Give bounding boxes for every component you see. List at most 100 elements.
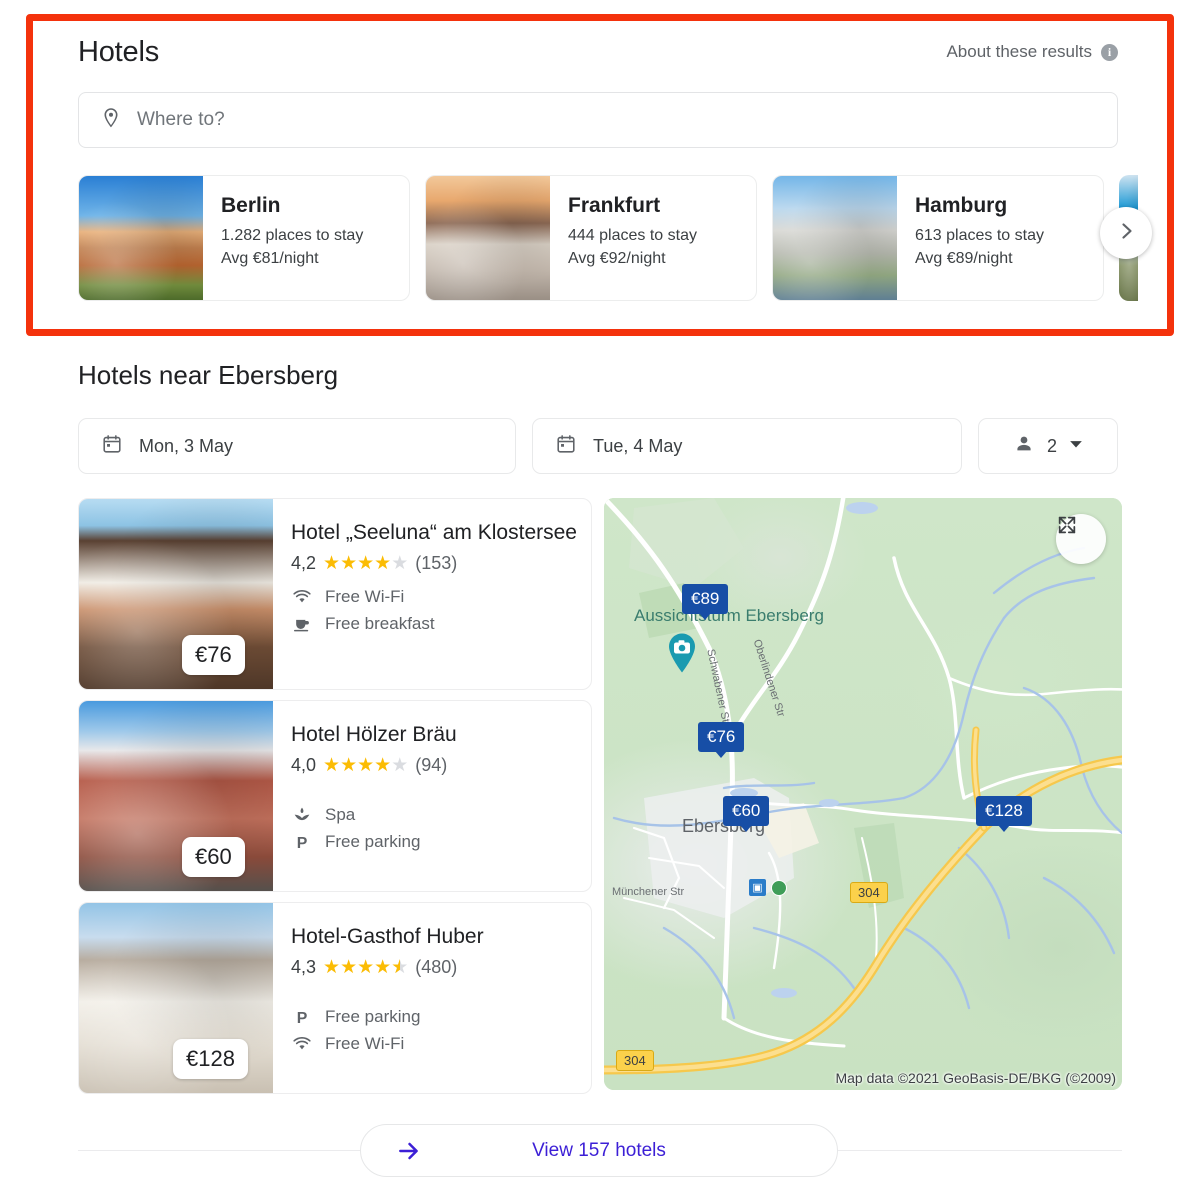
hotel-results-list: €76 Hotel „Seeluna“ am Klostersee 4,2 ★ ★… [78,498,592,1104]
chevron-down-icon [1069,437,1083,456]
module-header: Hotels About these results i [78,30,1118,74]
city-avg-price: Avg €89/night [915,250,1013,268]
rating-value: 4,0 [291,754,317,775]
amenity-free-breakfast: Free breakfast [291,611,577,638]
road-shield-304: 304 [616,1050,654,1071]
review-count: (480) [415,956,458,977]
carousel-next-button[interactable] [1100,207,1152,259]
checkin-date-label: Mon, 3 May [139,435,234,456]
map-expand-button[interactable] [1056,514,1106,564]
amenity-label: Free parking [325,832,421,852]
arrow-right-icon [396,1138,422,1164]
amenity-label: Free Wi-Fi [325,1034,405,1054]
star-rating: ★ ★ ★ ★ ★ [323,754,409,776]
checkout-date-label: Tue, 4 May [593,435,683,456]
results-map[interactable]: Aussichtsturm Ebersberg Ebersberg Münche… [604,498,1122,1090]
rating-row: 4,0 ★ ★ ★ ★ ★ (94) [291,755,577,776]
transit-station-icon[interactable]: ▣ [749,879,766,896]
about-these-results[interactable]: About these results i [946,42,1118,62]
amenity-label: Free parking [325,1007,421,1027]
city-places: 613 places to stay [915,227,1044,245]
map-street-label: Münchener Str [612,886,685,898]
city-avg-price: Avg €92/night [568,250,666,268]
city-places: 444 places to stay [568,227,697,245]
city-name: Hamburg [915,194,1008,217]
hotel-name: Hotel-Gasthof Huber [291,925,484,948]
map-attribution: Map data ©2021 GeoBasis-DE/BKG (©2009) [835,1070,1116,1086]
price-badge: €76 [182,635,245,675]
city-card-berlin[interactable]: Berlin 1.282 places to stay Avg €81/nigh… [78,175,410,301]
hotel-name: Hotel „Seeluna“ am Klostersee [291,521,577,544]
amenity-label: Spa [325,805,356,825]
amenity-label: Free breakfast [325,614,435,634]
wifi-icon [291,1034,313,1054]
amenity-free-parking: P Free parking [291,829,577,856]
city-name: Frankfurt [568,194,661,217]
amenity-label: Free Wi-Fi [325,587,405,607]
hotel-name: Hotel Hölzer Bräu [291,723,457,746]
svg-text:P: P [297,835,308,852]
svg-text:P: P [297,1010,308,1027]
hotel-card[interactable]: €60 Hotel Hölzer Bräu 4,0 ★ ★ ★ ★ ★ (94) Spa [78,700,592,892]
chevron-right-icon [1114,219,1138,248]
rating-row: 4,3 ★★★★★ (480) [291,957,577,978]
calendar-icon [101,433,123,460]
person-icon [1013,433,1035,460]
parking-p-icon: P [291,832,313,852]
map-price-marker[interactable]: €128 [976,796,1032,826]
spa-icon [291,805,313,825]
city-carousel[interactable]: Berlin 1.282 places to stay Avg €81/nigh… [78,175,1138,303]
road-shield-304: 304 [850,882,888,903]
guests-selector[interactable]: 2 [978,418,1118,474]
location-pin-icon [99,106,123,135]
map-price-marker[interactable]: €89 [682,584,729,614]
search-placeholder: Where to? [137,109,225,130]
price-badge: €128 [173,1039,248,1079]
city-thumbnail [79,176,203,300]
city-name: Berlin [221,194,281,217]
park-icon[interactable] [771,880,787,896]
rating-value: 4,2 [291,552,317,573]
amenity-free-wifi: Free Wi-Fi [291,584,577,611]
hotel-card[interactable]: €128 Hotel-Gasthof Huber 4,3 ★★★★★ (480)… [78,902,592,1094]
amenity-free-parking: P Free parking [291,1004,577,1031]
search-input[interactable]: Where to? [78,92,1118,148]
amenities-list: Spa P Free parking [291,802,577,856]
city-thumbnail [426,176,550,300]
section-title: Hotels near Ebersberg [78,360,339,390]
city-card-hamburg[interactable]: Hamburg 613 places to stay Avg €89/night [772,175,1104,301]
map-price-marker[interactable]: €60 [723,796,770,826]
search-filters: Mon, 3 May Tue, 4 May 2 [78,418,1122,474]
rating-row: 4,2 ★ ★ ★ ★ ★ (153) [291,553,577,574]
about-results-label: About these results [946,42,1092,61]
view-hotels-label: View 157 hotels [532,1139,666,1161]
review-count: (153) [415,552,458,573]
calendar-icon [555,433,577,460]
checkin-date-picker[interactable]: Mon, 3 May [78,418,516,474]
amenity-spa: Spa [291,802,577,829]
city-avg-price: Avg €81/night [221,250,319,268]
amenities-list: P Free parking Free Wi-Fi [291,1004,577,1058]
view-hotels-button[interactable]: View 157 hotels [360,1124,838,1177]
rating-value: 4,3 [291,956,317,977]
camera-pin-icon[interactable] [666,632,698,674]
wifi-icon [291,587,313,607]
guests-count: 2 [1046,435,1057,456]
breakfast-cup-icon [291,614,313,634]
city-thumbnail [773,176,897,300]
price-badge: €60 [182,837,245,877]
city-places: 1.282 places to stay [221,227,364,245]
hotels-module: Hotels About these results i Where to? B… [0,0,1200,1191]
page-title: Hotels [78,35,159,68]
review-count: (94) [415,754,448,775]
star-rating: ★ ★ ★ ★ ★ [323,552,409,574]
map-poi-label: Aussichtsturm Ebersberg [634,606,824,625]
checkout-date-picker[interactable]: Tue, 4 May [532,418,962,474]
amenity-free-wifi: Free Wi-Fi [291,1031,577,1058]
info-icon[interactable]: i [1101,43,1118,61]
city-card-frankfurt[interactable]: Frankfurt 444 places to stay Avg €92/nig… [425,175,757,301]
parking-p-icon: P [291,1007,313,1027]
hotel-card[interactable]: €76 Hotel „Seeluna“ am Klostersee 4,2 ★ ★… [78,498,592,690]
amenities-list: Free Wi-Fi Free breakfast [291,584,577,638]
map-price-marker[interactable]: €76 [698,722,745,752]
